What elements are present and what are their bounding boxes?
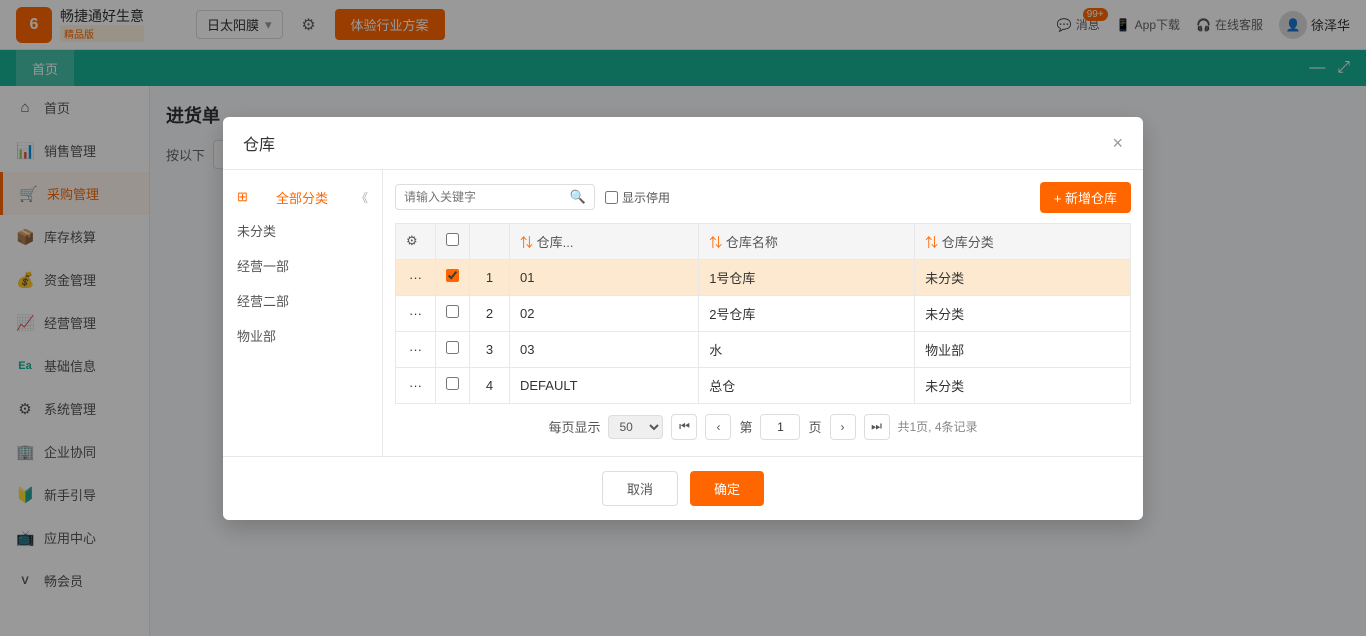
th-settings: ⚙	[396, 223, 436, 259]
row-code: 02	[510, 295, 699, 331]
last-page-button[interactable]: ⏭	[864, 414, 890, 440]
search-icon[interactable]: 🔍	[570, 189, 586, 205]
table-row[interactable]: ··· 3 03 水 物业部	[396, 331, 1131, 367]
collapse-icon[interactable]: 《	[356, 189, 368, 206]
row-name: 2号仓库	[699, 295, 915, 331]
total-info: 共1页, 4条记录	[898, 418, 978, 435]
show-disabled-checkbox-label[interactable]: 显示停用	[605, 189, 670, 206]
pagination: 每页显示 50 10 20 100 ⏮ ‹ 第 页 › ⏭ 共1页, 4条记录	[395, 404, 1131, 444]
row-num: 1	[470, 259, 510, 295]
th-code: ⇅ 仓库...	[510, 223, 699, 259]
row-actions[interactable]: ···	[396, 367, 436, 403]
show-disabled-checkbox[interactable]	[605, 191, 618, 204]
row-num: 2	[470, 295, 510, 331]
th-name: ⇅ 仓库名称	[699, 223, 915, 259]
row-code: DEFAULT	[510, 367, 699, 403]
table-container: ⚙ ⇅ 仓库... ⇅ 仓库名称 ⇅ 仓库分类	[395, 223, 1131, 404]
row-code: 03	[510, 331, 699, 367]
th-category: ⇅ 仓库分类	[915, 223, 1131, 259]
category-item-property[interactable]: 物业部	[223, 318, 382, 353]
modal-body: ⊞ 全部分类 《 未分类 经营一部 经营二部 物业部 🔍	[223, 170, 1143, 456]
per-page-select[interactable]: 50 10 20 100	[608, 415, 663, 439]
row-name: 总仓	[699, 367, 915, 403]
row-checkbox-cell	[436, 331, 470, 367]
all-category-label: 全部分类	[276, 188, 328, 207]
th-row-num	[470, 223, 510, 259]
modal-footer: 取消 确定	[223, 456, 1143, 520]
category-header[interactable]: ⊞ 全部分类 《	[223, 182, 382, 213]
add-warehouse-button[interactable]: + 新增仓库	[1040, 182, 1131, 213]
row-name: 1号仓库	[699, 259, 915, 295]
row-checkbox[interactable]	[446, 269, 459, 282]
row-checkbox-cell	[436, 367, 470, 403]
sort-icon-cat: ⇅	[925, 235, 938, 250]
row-checkbox[interactable]	[446, 305, 459, 318]
table-row[interactable]: ··· 4 DEFAULT 总仓 未分类	[396, 367, 1131, 403]
row-category: 物业部	[915, 331, 1131, 367]
row-actions[interactable]: ···	[396, 295, 436, 331]
search-input-wrap: 🔍	[395, 184, 595, 210]
warehouse-table: ⚙ ⇅ 仓库... ⇅ 仓库名称 ⇅ 仓库分类	[395, 223, 1131, 404]
row-category: 未分类	[915, 259, 1131, 295]
row-num: 3	[470, 331, 510, 367]
page-unit: 页	[808, 417, 821, 436]
modal-close-button[interactable]: ×	[1112, 134, 1123, 152]
row-checkbox[interactable]	[446, 377, 459, 390]
row-num: 4	[470, 367, 510, 403]
row-checkbox-cell	[436, 259, 470, 295]
table-panel: 🔍 显示停用 + 新增仓库 ⚙	[383, 170, 1143, 456]
row-code: 01	[510, 259, 699, 295]
modal-title: 仓库	[243, 131, 275, 155]
row-checkbox-cell	[436, 295, 470, 331]
page-label: 第	[739, 417, 752, 436]
row-actions[interactable]: ···	[396, 331, 436, 367]
next-page-button[interactable]: ›	[830, 414, 856, 440]
modal-overlay: 仓库 × ⊞ 全部分类 《 未分类 经营一部 经营二部 物业部	[0, 0, 1366, 636]
row-checkbox[interactable]	[446, 341, 459, 354]
row-category: 未分类	[915, 367, 1131, 403]
sort-icon-name: ⇅	[709, 235, 722, 250]
th-checkbox	[436, 223, 470, 259]
confirm-button[interactable]: 确定	[690, 471, 764, 506]
category-panel: ⊞ 全部分类 《 未分类 经营一部 经营二部 物业部	[223, 170, 383, 456]
row-category: 未分类	[915, 295, 1131, 331]
modal-header: 仓库 ×	[223, 117, 1143, 170]
per-page-label: 每页显示	[548, 417, 600, 436]
warehouse-modal: 仓库 × ⊞ 全部分类 《 未分类 经营一部 经营二部 物业部	[223, 117, 1143, 520]
row-actions[interactable]: ···	[396, 259, 436, 295]
prev-page-button[interactable]: ‹	[705, 414, 731, 440]
show-disabled-label: 显示停用	[622, 189, 670, 206]
cancel-button[interactable]: 取消	[602, 471, 678, 506]
table-row[interactable]: ··· 1 01 1号仓库 未分类	[396, 259, 1131, 295]
table-toolbar: 🔍 显示停用 + 新增仓库	[395, 182, 1131, 213]
row-name: 水	[699, 331, 915, 367]
search-input[interactable]	[404, 190, 564, 204]
sort-icon: ⇅	[520, 235, 533, 250]
category-item-unclassified[interactable]: 未分类	[223, 213, 382, 248]
category-item-dept2[interactable]: 经营二部	[223, 283, 382, 318]
category-item-dept1[interactable]: 经营一部	[223, 248, 382, 283]
table-row[interactable]: ··· 2 02 2号仓库 未分类	[396, 295, 1131, 331]
first-page-button[interactable]: ⏮	[671, 414, 697, 440]
select-all-checkbox[interactable]	[446, 233, 459, 246]
category-grid-icon: ⊞	[237, 189, 248, 205]
page-number-input[interactable]	[760, 414, 800, 440]
